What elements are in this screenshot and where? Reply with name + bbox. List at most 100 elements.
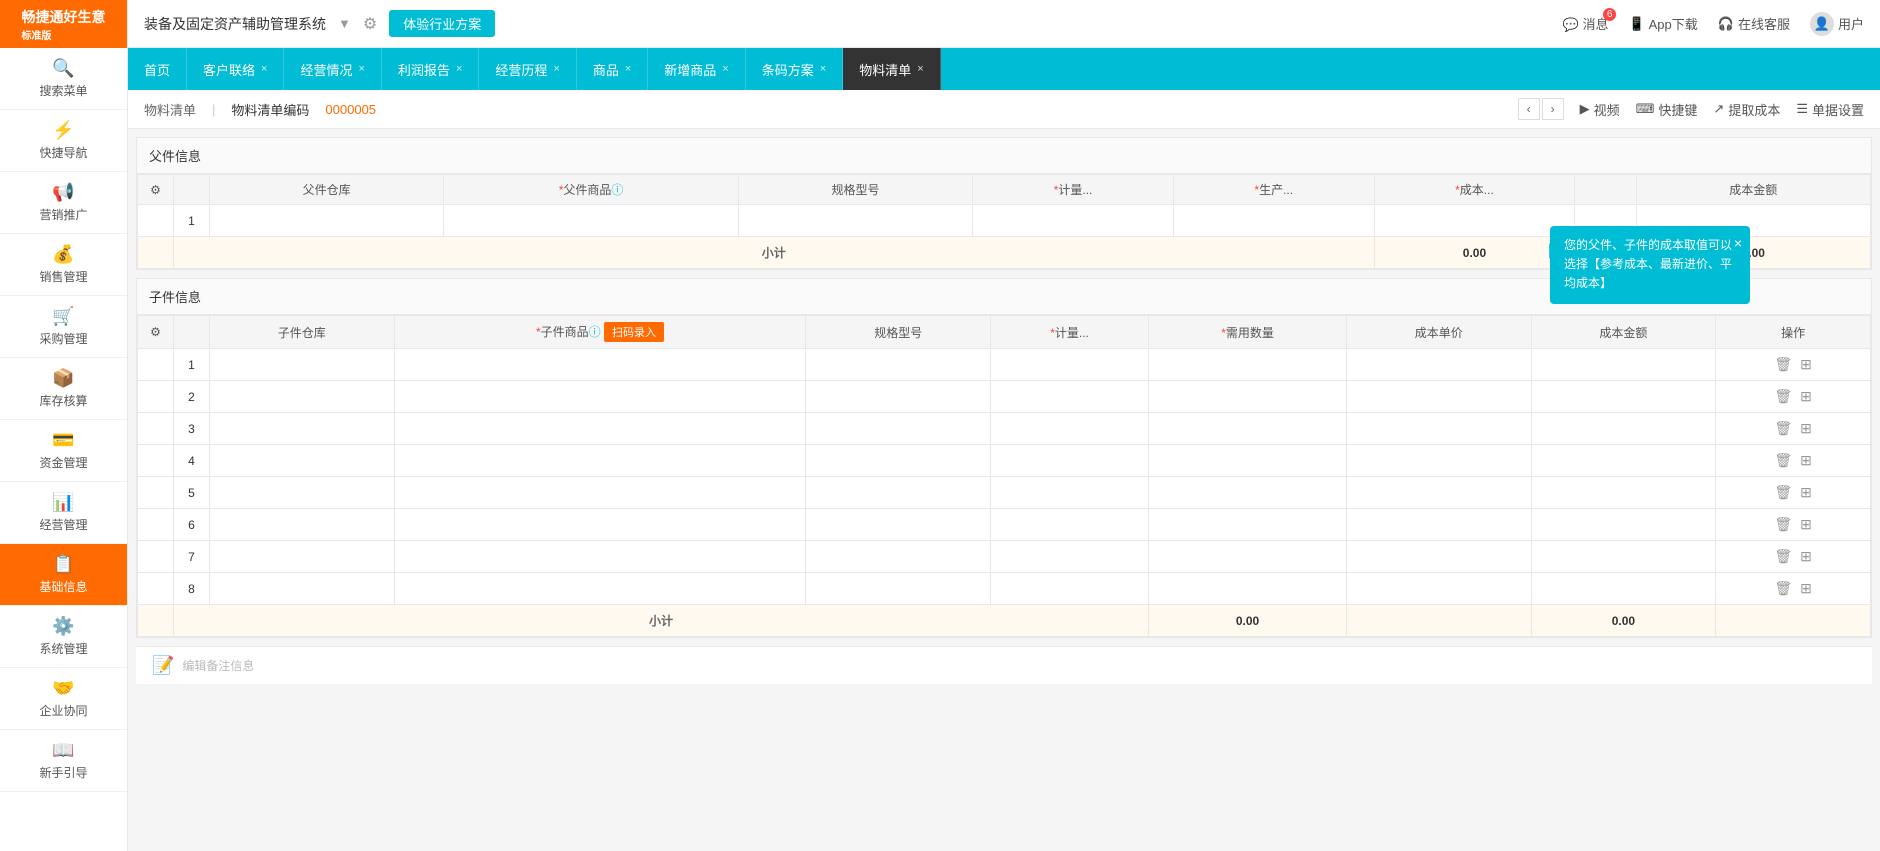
ctr-spec-6[interactable] bbox=[806, 509, 991, 541]
ctr-measure-4[interactable] bbox=[991, 445, 1149, 477]
ctr-qty-1[interactable] bbox=[1149, 349, 1347, 381]
single-settings-btn[interactable]: ☰ 单据设置 bbox=[1796, 100, 1864, 119]
td-spec[interactable] bbox=[738, 205, 972, 237]
ctr-warehouse-7[interactable] bbox=[210, 541, 395, 573]
scan-btn[interactable]: 扫码录入 bbox=[604, 322, 664, 342]
ctr-warehouse-8[interactable] bbox=[210, 573, 395, 605]
tab-close-3[interactable]: × bbox=[456, 63, 462, 75]
ctr-unit-cost-2[interactable] bbox=[1346, 381, 1531, 413]
nav-tab-3[interactable]: 利润报告 × bbox=[382, 48, 479, 90]
sidebar-item-marketing[interactable]: 📢营销推广 bbox=[0, 172, 127, 234]
sidebar-item-basic-info[interactable]: 📋基础信息 bbox=[0, 544, 127, 606]
delete-icon-4[interactable]: 🗑 bbox=[1774, 452, 1792, 469]
tooltip-close-btn[interactable]: × bbox=[1734, 232, 1742, 254]
td-parent-warehouse[interactable] bbox=[210, 205, 444, 237]
ctr-measure-2[interactable] bbox=[991, 381, 1149, 413]
ctr-measure-8[interactable] bbox=[991, 573, 1149, 605]
prev-btn[interactable]: ‹ bbox=[1518, 98, 1540, 120]
ctr-warehouse-2[interactable] bbox=[210, 381, 395, 413]
ctr-unit-cost-7[interactable] bbox=[1346, 541, 1531, 573]
ctr-warehouse-4[interactable] bbox=[210, 445, 395, 477]
ctr-qty-8[interactable] bbox=[1149, 573, 1347, 605]
extract-cost-btn[interactable]: ↗ 提取成本 bbox=[1713, 100, 1780, 119]
tab-close-5[interactable]: × bbox=[625, 63, 631, 75]
ctr-qty-5[interactable] bbox=[1149, 477, 1347, 509]
ctr-product-2[interactable] bbox=[394, 381, 806, 413]
nav-tab-4[interactable]: 经营历程 × bbox=[479, 48, 576, 90]
settings-icon[interactable]: ⚙ bbox=[363, 14, 377, 34]
sidebar-item-sales[interactable]: 💰销售管理 bbox=[0, 234, 127, 296]
copy-icon-3[interactable]: ⊞ bbox=[1800, 420, 1812, 437]
ctr-unit-cost-8[interactable] bbox=[1346, 573, 1531, 605]
breadcrumb-parent[interactable]: 物料清单 bbox=[144, 100, 196, 119]
trial-btn[interactable]: 体验行业方案 bbox=[389, 10, 495, 37]
ctr-qty-2[interactable] bbox=[1149, 381, 1347, 413]
tab-close-7[interactable]: × bbox=[820, 63, 826, 75]
ctr-spec-3[interactable] bbox=[806, 413, 991, 445]
td-production[interactable] bbox=[1173, 205, 1374, 237]
copy-icon-5[interactable]: ⊞ bbox=[1800, 484, 1812, 501]
sidebar-item-search[interactable]: 🔍搜索菜单 bbox=[0, 48, 127, 110]
ctr-unit-cost-4[interactable] bbox=[1346, 445, 1531, 477]
delete-icon-2[interactable]: 🗑 bbox=[1774, 388, 1792, 405]
app-download-btn[interactable]: 📱 App下载 bbox=[1628, 14, 1697, 33]
ctr-product-7[interactable] bbox=[394, 541, 806, 573]
note-hint[interactable]: 编辑备注信息 bbox=[182, 657, 254, 674]
delete-icon-5[interactable]: 🗑 bbox=[1774, 484, 1792, 501]
delete-icon-6[interactable]: 🗑 bbox=[1774, 516, 1792, 533]
ctr-product-5[interactable] bbox=[394, 477, 806, 509]
dropdown-icon[interactable]: ▼ bbox=[338, 16, 351, 31]
copy-icon-7[interactable]: ⊞ bbox=[1800, 548, 1812, 565]
copy-icon-4[interactable]: ⊞ bbox=[1800, 452, 1812, 469]
ctr-warehouse-3[interactable] bbox=[210, 413, 395, 445]
ctr-spec-2[interactable] bbox=[806, 381, 991, 413]
ctr-product-1[interactable] bbox=[394, 349, 806, 381]
ctr-measure-3[interactable] bbox=[991, 413, 1149, 445]
ctr-product-6[interactable] bbox=[394, 509, 806, 541]
ctr-unit-cost-1[interactable] bbox=[1346, 349, 1531, 381]
ctr-qty-3[interactable] bbox=[1149, 413, 1347, 445]
ctr-unit-cost-3[interactable] bbox=[1346, 413, 1531, 445]
delete-icon-7[interactable]: 🗑 bbox=[1774, 548, 1792, 565]
ctr-measure-6[interactable] bbox=[991, 509, 1149, 541]
ctr-spec-5[interactable] bbox=[806, 477, 991, 509]
td-parent-product[interactable] bbox=[444, 205, 738, 237]
copy-icon-6[interactable]: ⊞ bbox=[1800, 516, 1812, 533]
sidebar-item-quick-nav[interactable]: ⚡快捷导航 bbox=[0, 110, 127, 172]
delete-icon-1[interactable]: 🗑 bbox=[1774, 356, 1792, 373]
nav-tab-0[interactable]: 首页 bbox=[128, 48, 187, 90]
sidebar-item-finance[interactable]: 💳资金管理 bbox=[0, 420, 127, 482]
shortcut-btn[interactable]: ⌨ 快捷键 bbox=[1636, 100, 1698, 119]
next-btn[interactable]: › bbox=[1542, 98, 1564, 120]
tab-close-8[interactable]: × bbox=[917, 63, 923, 75]
sidebar-item-enterprise[interactable]: 🤝企业协同 bbox=[0, 668, 127, 730]
copy-icon-8[interactable]: ⊞ bbox=[1800, 580, 1812, 597]
ctr-measure-7[interactable] bbox=[991, 541, 1149, 573]
view-btn[interactable]: ▶ 视频 bbox=[1580, 100, 1620, 119]
ctr-product-3[interactable] bbox=[394, 413, 806, 445]
copy-icon-2[interactable]: ⊞ bbox=[1800, 388, 1812, 405]
td-measure[interactable] bbox=[973, 205, 1174, 237]
tab-close-1[interactable]: × bbox=[261, 63, 267, 75]
sidebar-item-operations[interactable]: 📊经营管理 bbox=[0, 482, 127, 544]
td-cost[interactable] bbox=[1374, 205, 1575, 237]
delete-icon-8[interactable]: 🗑 bbox=[1774, 580, 1792, 597]
user-btn[interactable]: 👤 用户 bbox=[1810, 12, 1864, 36]
nav-tab-7[interactable]: 条码方案 × bbox=[746, 48, 843, 90]
tab-close-6[interactable]: × bbox=[722, 63, 728, 75]
ctr-warehouse-1[interactable] bbox=[210, 349, 395, 381]
ctr-spec-1[interactable] bbox=[806, 349, 991, 381]
sidebar-item-system[interactable]: ⚙️系统管理 bbox=[0, 606, 127, 668]
ctr-unit-cost-5[interactable] bbox=[1346, 477, 1531, 509]
nav-tab-1[interactable]: 客户联络 × bbox=[187, 48, 284, 90]
nav-tab-5[interactable]: 商品 × bbox=[577, 48, 648, 90]
nav-tab-8[interactable]: 物料清单 × bbox=[843, 48, 940, 90]
ctr-spec-4[interactable] bbox=[806, 445, 991, 477]
ctr-measure-1[interactable] bbox=[991, 349, 1149, 381]
nav-tab-6[interactable]: 新增商品 × bbox=[648, 48, 745, 90]
ctr-measure-5[interactable] bbox=[991, 477, 1149, 509]
ctr-qty-6[interactable] bbox=[1149, 509, 1347, 541]
tab-close-2[interactable]: × bbox=[358, 63, 364, 75]
ctr-warehouse-5[interactable] bbox=[210, 477, 395, 509]
copy-icon-1[interactable]: ⊞ bbox=[1800, 356, 1812, 373]
